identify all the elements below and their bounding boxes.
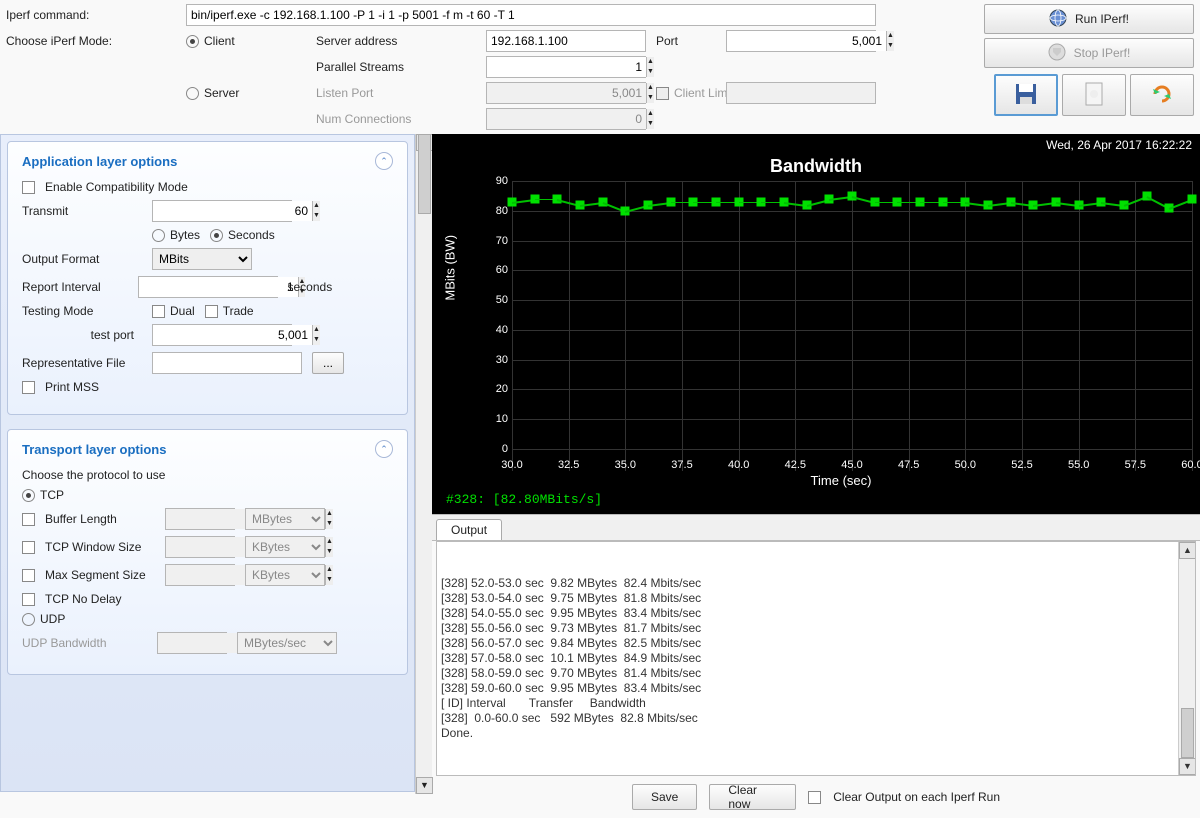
winsize-check[interactable] [22,541,35,554]
nodelay-label: TCP No Delay [45,592,165,606]
repfile-input[interactable] [152,352,302,374]
client-limit-input [726,82,876,104]
client-limit-label: Client Limit [674,86,733,100]
port-label: Port [656,34,716,48]
report-button[interactable] [1062,74,1126,116]
udpbw-label: UDP Bandwidth [22,636,147,650]
clear-each-check[interactable] [808,791,821,804]
winsize-label: TCP Window Size [45,540,155,554]
buflen-check[interactable] [22,513,35,526]
repint-unit: seconds [288,280,394,294]
parallel-spinner[interactable]: ▲▼ [486,56,646,78]
dual-check[interactable]: Dual [152,304,195,318]
choose-proto-label: Choose the protocol to use [22,468,165,482]
stop-icon [1048,43,1066,64]
maxseg-spinner: ▲▼ [165,564,235,586]
transmit-spinner[interactable]: ▲▼ [152,200,292,222]
save-graph-button[interactable] [994,74,1058,116]
output-textarea[interactable]: [328] 52.0-53.0 sec 9.82 MBytes 82.4 Mbi… [436,541,1196,776]
repint-label: Report Interval [22,280,128,294]
listen-port-spinner: ▲▼ [486,82,646,104]
output-scrollbar[interactable]: ▲ ▼ [1178,542,1195,775]
trade-check[interactable]: Trade [205,304,254,318]
chart-xlabel: Time (sec) [440,473,1192,488]
iperf-command-label: Iperf command: [6,8,176,22]
testport-spinner[interactable]: ▲▼ [152,324,292,346]
output-tab[interactable]: Output [436,519,502,540]
listen-port-label: Listen Port [316,86,476,100]
printmss-check[interactable] [22,381,35,394]
client-limit-check [656,87,669,100]
repint-spinner[interactable]: ▲▼ [138,276,278,298]
nodelay-check[interactable] [22,593,35,606]
num-conn-label: Num Connections [316,112,476,126]
chart-status: #328: [82.80MBits/s] [440,488,1192,511]
udp-radio[interactable]: UDP [22,612,65,626]
chevron-up-icon: ⌃ [380,156,388,167]
maxseg-label: Max Segment Size [45,568,155,582]
app-layer-collapse[interactable]: ⌃ [375,152,393,170]
refresh-icon [1149,81,1175,110]
chevron-up-icon: ⌃ [380,444,388,455]
outfmt-label: Output Format [22,252,142,266]
transport-layer-title: Transport layer options [22,442,166,457]
udpbw-spinner: ▲▼ [157,632,227,654]
testport-label: test port [22,328,142,342]
run-iperf-label: Run IPerf! [1075,12,1129,26]
clear-output-button[interactable]: Clear now [709,784,796,810]
server-radio[interactable]: Server [186,86,306,100]
compat-label: Enable Compatibility Mode [45,180,165,194]
winsize-unit: KBytes [245,536,325,558]
bandwidth-chart: Wed, 26 Apr 2017 16:22:22 Bandwidth MBit… [432,134,1200,514]
stop-iperf-button: Stop IPerf! [984,38,1194,68]
page-icon [1084,81,1104,110]
compat-check[interactable] [22,181,35,194]
clear-each-label: Clear Output on each Iperf Run [833,790,1000,804]
outfmt-select[interactable]: MBits [152,248,252,270]
port-spinner[interactable]: ▲▼ [726,30,876,52]
stop-iperf-label: Stop IPerf! [1074,46,1131,60]
seconds-radio[interactable]: Seconds [210,228,275,242]
transport-layer-collapse[interactable]: ⌃ [375,440,393,458]
repfile-browse-button[interactable]: ... [312,352,344,374]
globe-icon [1049,9,1067,30]
num-conn-spinner: ▲▼ [486,108,646,130]
repfile-label: Representative File [22,356,142,370]
buflen-label: Buffer Length [45,512,155,526]
parallel-label: Parallel Streams [316,60,476,74]
app-layer-title: Application layer options [22,154,177,169]
client-radio-label: Client [204,34,235,48]
server-address-label: Server address [316,34,476,48]
tcp-radio[interactable]: TCP [22,488,64,502]
run-iperf-button[interactable]: Run IPerf! [984,4,1194,34]
mode-label: Choose iPerf Mode: [6,34,176,48]
left-scrollbar[interactable]: ▲ ▼ [415,134,432,794]
floppy-icon [1013,81,1039,110]
transmit-label: Transmit [22,204,142,218]
chart-timestamp: Wed, 26 Apr 2017 16:22:22 [440,138,1192,152]
bytes-radio[interactable]: Bytes [152,228,200,242]
printmss-label: Print MSS [45,380,165,394]
chart-title: Bandwidth [440,156,1192,177]
server-address-input[interactable] [486,30,646,52]
save-output-button[interactable]: Save [632,784,697,810]
refresh-button[interactable] [1130,74,1194,116]
maxseg-check[interactable] [22,569,35,582]
iperf-command-input[interactable] [186,4,876,26]
chart-ylabel: MBits (BW) [443,235,458,301]
server-radio-label: Server [204,86,239,100]
client-radio[interactable]: Client [186,34,306,48]
testmode-label: Testing Mode [22,304,142,318]
winsize-spinner: ▲▼ [165,536,235,558]
buflen-spinner: ▲▼ [165,508,235,530]
left-options-panel: Application layer options ⌃ Enable Compa… [0,134,415,792]
buflen-unit: MBytes [245,508,325,530]
maxseg-unit: KBytes [245,564,325,586]
udpbw-unit: MBytes/sec [237,632,337,654]
